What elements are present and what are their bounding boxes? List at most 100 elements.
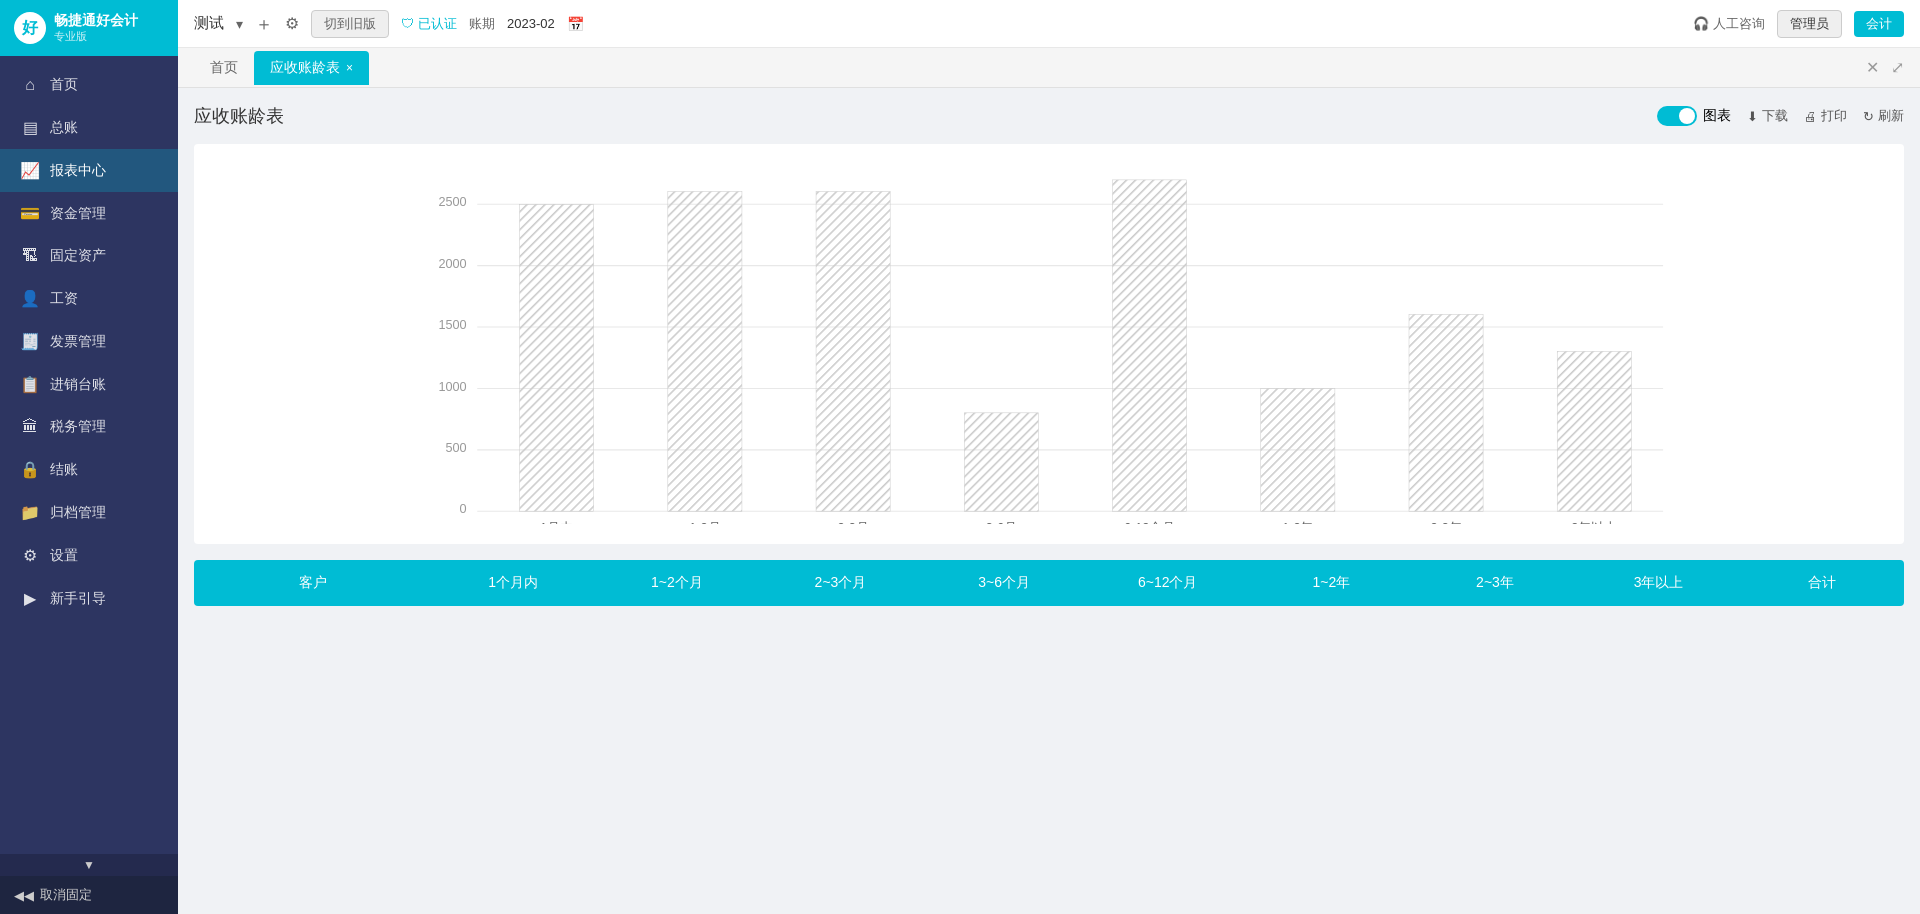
svg-text:2-3月: 2-3月 xyxy=(837,521,868,524)
nav-label-tax: 税务管理 xyxy=(50,418,106,436)
sidebar-item-tax[interactable]: 🏛 税务管理 xyxy=(0,406,178,448)
nav-label-fund-management: 资金管理 xyxy=(50,205,106,223)
settings-icon: ⚙ xyxy=(20,546,40,565)
invoice-icon: 🧾 xyxy=(20,332,40,351)
tab-close-btn[interactable]: × xyxy=(346,61,353,75)
ledger-icon: ▤ xyxy=(20,118,40,137)
consult-label: 人工咨询 xyxy=(1713,15,1765,33)
cancel-fixed-btn[interactable]: ◀◀ 取消固定 xyxy=(0,876,178,914)
page-content: 应收账龄表 图表 ⬇ 下载 🖨 打印 xyxy=(178,88,1920,914)
tab-home[interactable]: 首页 xyxy=(194,51,254,85)
tab-home-label: 首页 xyxy=(210,59,238,77)
switch-old-btn[interactable]: 切到旧版 xyxy=(311,10,389,38)
user-btn[interactable]: 管理员 xyxy=(1777,10,1842,38)
logo-text-block: 畅捷通好会计 专业版 xyxy=(54,12,138,44)
calendar-icon[interactable]: 📅 xyxy=(567,16,584,32)
svg-text:1月内: 1月内 xyxy=(540,521,573,524)
cancel-fixed-icon: ◀◀ xyxy=(14,888,34,903)
svg-text:1-2年: 1-2年 xyxy=(1282,521,1313,524)
sidebar-item-archive[interactable]: 📁 归档管理 xyxy=(0,491,178,534)
bar-3plus-year xyxy=(1557,351,1631,511)
svg-text:1000: 1000 xyxy=(438,380,466,394)
chart-area: 0 500 1000 1500 2000 2500 xyxy=(194,144,1904,544)
refresh-icon: ↻ xyxy=(1863,109,1874,124)
toggle-track[interactable] xyxy=(1657,106,1697,126)
sidebar-item-fund-management[interactable]: 💳 资金管理 xyxy=(0,192,178,235)
role-btn[interactable]: 会计 xyxy=(1854,11,1904,37)
nav-label-purchase-sale: 进销台账 xyxy=(50,376,106,394)
bar-3-6month xyxy=(964,413,1038,511)
fund-icon: 💳 xyxy=(20,204,40,223)
verified-badge: 🛡 已认证 xyxy=(401,15,457,33)
sidebar: 好 畅捷通好会计 专业版 ⌂ 首页 ▤ 总账 📈 报表中心 💳 资金管理 🏗 固… xyxy=(0,0,178,914)
closing-icon: 🔒 xyxy=(20,460,40,479)
download-btn[interactable]: ⬇ 下载 xyxy=(1747,107,1788,125)
tax-icon: 🏛 xyxy=(20,418,40,436)
report-header: 应收账龄表 图表 ⬇ 下载 🖨 打印 xyxy=(194,104,1904,128)
report-title: 应收账龄表 xyxy=(194,104,284,128)
print-label: 打印 xyxy=(1821,107,1847,125)
project-title: 测试 xyxy=(194,14,224,33)
assets-icon: 🏗 xyxy=(20,247,40,265)
print-icon: 🖨 xyxy=(1804,109,1817,124)
nav-label-closing: 结账 xyxy=(50,461,78,479)
svg-text:2-3年: 2-3年 xyxy=(1430,521,1461,524)
period-value: 2023-02 xyxy=(507,16,555,31)
payroll-icon: 👤 xyxy=(20,289,40,308)
print-btn[interactable]: 🖨 打印 xyxy=(1804,107,1847,125)
sidebar-item-general-ledger[interactable]: ▤ 总账 xyxy=(0,106,178,149)
tab-receivable-aging[interactable]: 应收账龄表 × xyxy=(254,51,369,85)
topbar: 测试 ▾ ＋ ⚙ 切到旧版 🛡 已认证 账期 2023-02 📅 🎧 人工咨询 … xyxy=(178,0,1920,48)
svg-text:1-2月: 1-2月 xyxy=(689,521,720,524)
verified-icon: 🛡 xyxy=(401,16,414,31)
sidebar-item-report-center[interactable]: 📈 报表中心 xyxy=(0,149,178,192)
consult-btn[interactable]: 🎧 人工咨询 xyxy=(1693,15,1765,33)
svg-text:500: 500 xyxy=(445,441,466,455)
th-6-12month: 6~12个月 xyxy=(1086,560,1250,606)
logo-area: 好 畅捷通好会计 专业版 xyxy=(0,0,178,56)
period-label: 账期 xyxy=(469,15,495,33)
bar-2-3year xyxy=(1409,314,1483,511)
bar-1month xyxy=(520,204,594,511)
project-dropdown[interactable]: ▾ xyxy=(236,16,243,32)
close-window-btn[interactable]: ✕ xyxy=(1866,58,1879,77)
bar-chart: 0 500 1000 1500 2000 2500 xyxy=(214,164,1884,524)
th-3plus-year: 3年以上 xyxy=(1577,560,1741,606)
th-1-2year: 1~2年 xyxy=(1250,560,1414,606)
sidebar-item-purchase-sale[interactable]: 📋 进销台账 xyxy=(0,363,178,406)
chart-toggle[interactable]: 图表 xyxy=(1657,106,1731,126)
nav-label-guide: 新手引导 xyxy=(50,590,106,608)
headset-icon: 🎧 xyxy=(1693,16,1709,31)
scroll-down-btn[interactable]: ▼ xyxy=(0,854,178,876)
svg-text:2500: 2500 xyxy=(438,195,466,209)
sidebar-item-settings[interactable]: ⚙ 设置 xyxy=(0,534,178,577)
expand-btn[interactable]: ⤢ xyxy=(1891,58,1904,77)
bar-1-2year xyxy=(1261,388,1335,511)
svg-text:1500: 1500 xyxy=(438,318,466,332)
cancel-fixed-label: 取消固定 xyxy=(40,886,92,904)
sidebar-item-closing[interactable]: 🔒 结账 xyxy=(0,448,178,491)
archive-icon: 📁 xyxy=(20,503,40,522)
add-project-btn[interactable]: ＋ xyxy=(255,12,273,36)
th-customer: 客户 xyxy=(194,560,431,606)
sidebar-item-home[interactable]: ⌂ 首页 xyxy=(0,64,178,106)
nav-label-report-center: 报表中心 xyxy=(50,162,106,180)
sidebar-item-invoice[interactable]: 🧾 发票管理 xyxy=(0,320,178,363)
refresh-btn[interactable]: ↻ 刷新 xyxy=(1863,107,1904,125)
table-header-row: 客户 1个月内 1~2个月 2~3个月 3~6个月 6~12个月 1~2年 2~… xyxy=(194,560,1904,606)
bar-6-12month xyxy=(1113,180,1187,511)
th-1month: 1个月内 xyxy=(431,560,595,606)
th-total: 合计 xyxy=(1740,560,1904,606)
sidebar-item-payroll[interactable]: 👤 工资 xyxy=(0,277,178,320)
nav-menu: ⌂ 首页 ▤ 总账 📈 报表中心 💳 资金管理 🏗 固定资产 👤 工资 🧾 发票… xyxy=(0,56,178,854)
sidebar-item-guide[interactable]: ▶ 新手引导 xyxy=(0,577,178,620)
report-container: 应收账龄表 图表 ⬇ 下载 🖨 打印 xyxy=(178,88,1920,622)
table-area: 客户 1个月内 1~2个月 2~3个月 3~6个月 6~12个月 1~2年 2~… xyxy=(194,560,1904,606)
toggle-label: 图表 xyxy=(1703,107,1731,125)
tab-bar: 首页 应收账龄表 × ✕ ⤢ xyxy=(178,48,1920,88)
logo-icon: 好 xyxy=(14,12,46,44)
sidebar-item-fixed-assets[interactable]: 🏗 固定资产 xyxy=(0,235,178,277)
project-settings-btn[interactable]: ⚙ xyxy=(285,14,299,33)
report-actions: 图表 ⬇ 下载 🖨 打印 ↻ 刷新 xyxy=(1657,106,1904,126)
svg-text:6-12个月: 6-12个月 xyxy=(1124,521,1175,524)
